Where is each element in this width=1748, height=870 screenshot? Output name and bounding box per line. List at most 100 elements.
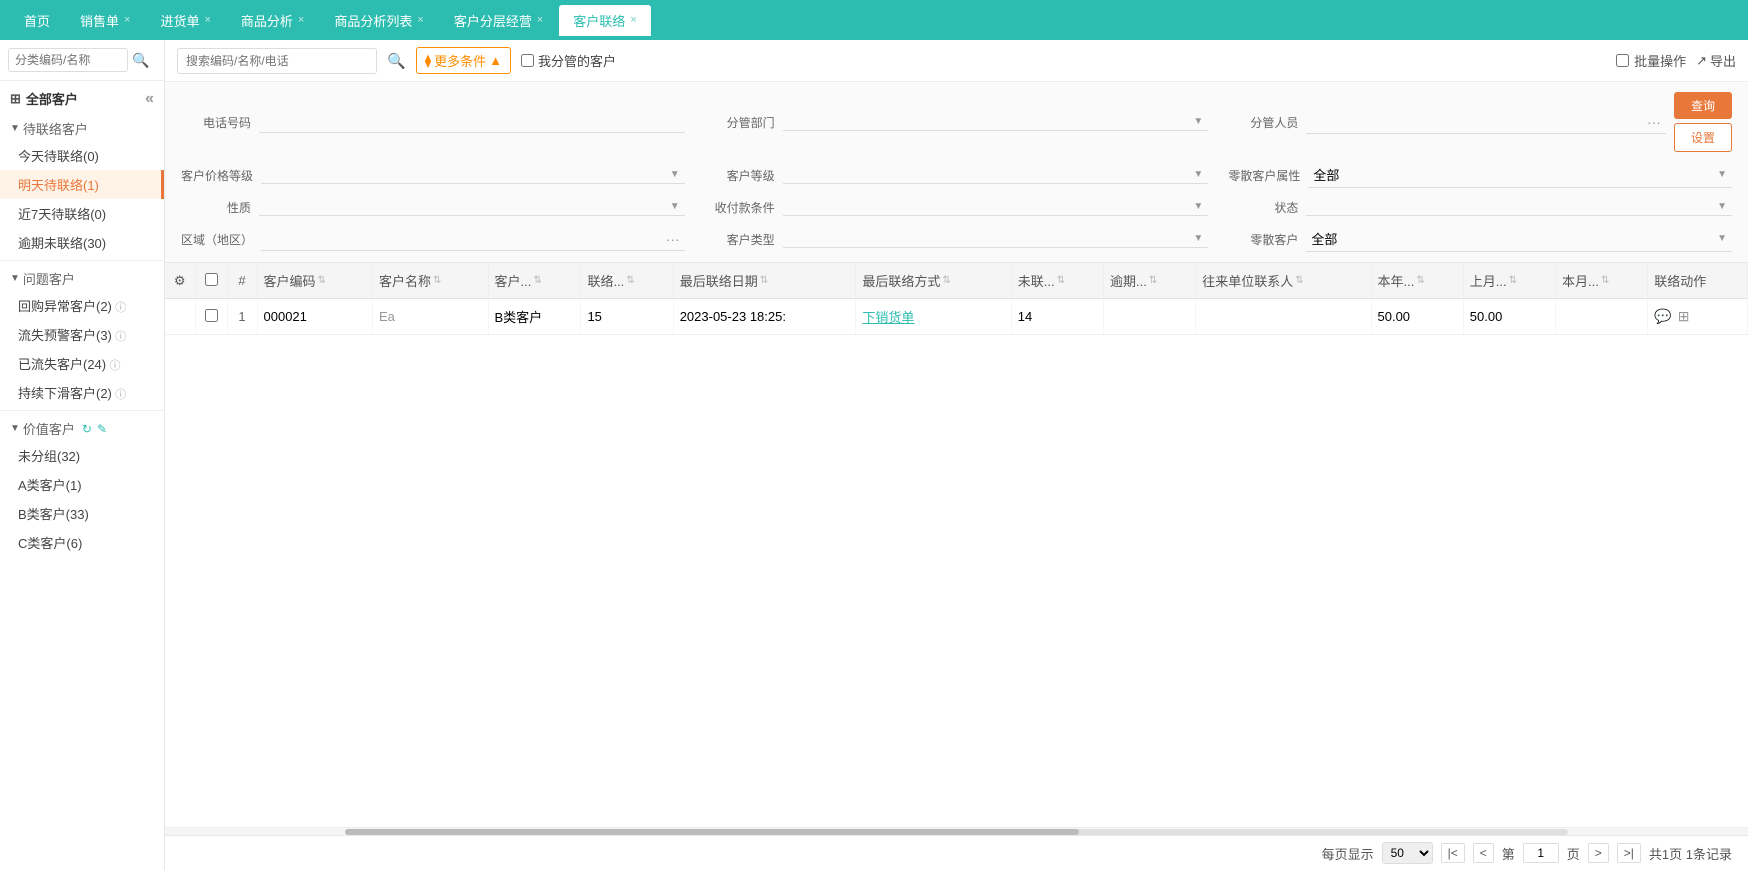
sidebar-item-declining[interactable]: 持续下滑客户(2) ⓘ [0, 378, 164, 407]
first-page-btn[interactable]: |< [1441, 843, 1465, 863]
chevron-up-icon: ▲ [489, 53, 502, 68]
my-customers-check[interactable] [521, 54, 534, 67]
last-page-btn[interactable]: >| [1617, 843, 1641, 863]
row-this-year: 50.00 [1378, 309, 1411, 324]
th-overdue[interactable]: 逾期... ⇅ [1103, 263, 1195, 299]
region-dots-icon[interactable]: ··· [666, 231, 680, 247]
contact-action-icon[interactable]: 💬 [1654, 308, 1671, 325]
manager-dots-icon[interactable]: ··· [1647, 114, 1661, 130]
group-problem-customers[interactable]: ▼ 问题客户 [0, 264, 164, 291]
group-value-customers[interactable]: ▼ 价值客户 ↻ ✎ [0, 414, 164, 441]
th-last-method[interactable]: 最后联络方式 ⇅ [856, 263, 1011, 299]
th-company-contact[interactable]: 往来单位联系人 ⇅ [1196, 263, 1371, 299]
all-customers-header[interactable]: ⊞ 全部客户 « [0, 81, 164, 114]
sidebar-item-7days[interactable]: 近7天待联络(0) [0, 199, 164, 228]
sidebar-item-overdue[interactable]: 逾期未联络(30) [0, 228, 164, 257]
th-this-year[interactable]: 本年... ⇅ [1371, 263, 1463, 299]
horizontal-scrollbar[interactable] [165, 827, 1748, 835]
retail-customer-select[interactable]: 全部 ▼ [1306, 226, 1732, 252]
sidebar-search-icon[interactable]: 🔍 [132, 52, 149, 69]
per-page-select[interactable]: 50 100 200 [1382, 842, 1433, 864]
nav-customer-segment-close[interactable]: × [537, 14, 543, 26]
sort-icon-last-method: ⇅ [942, 275, 950, 286]
more-conditions-btn[interactable]: ⧫ 更多条件 ▲ [416, 47, 511, 74]
th-last-month[interactable]: 上月... ⇅ [1463, 263, 1555, 299]
search-input[interactable] [177, 48, 377, 74]
nav-customer-contact-close[interactable]: × [630, 14, 636, 26]
scrollbar-track[interactable] [345, 829, 1568, 835]
nav-product-analysis-close[interactable]: × [298, 14, 304, 26]
row-no-contact: 14 [1018, 309, 1032, 324]
collapse-icon[interactable]: « [145, 90, 154, 108]
th-no-contact[interactable]: 未联... ⇅ [1011, 263, 1103, 299]
nav-customer-segment[interactable]: 客户分层经营 × [440, 5, 557, 36]
sidebar: 🔍 ⊞ 全部客户 « ▼ 待联络客户 今天待联络(0) 明天待联络(1) 近7天… [0, 40, 165, 870]
set-btn[interactable]: 设置 [1674, 123, 1732, 152]
customer-level-select[interactable]: ▼ [783, 166, 1209, 184]
refresh-icon[interactable]: ↻ [82, 422, 92, 436]
sidebar-item-churned[interactable]: 已流失客户(24) ⓘ [0, 349, 164, 378]
th-settings[interactable]: ⚙ [165, 263, 195, 299]
filter-search-icon[interactable]: 🔍 [387, 52, 406, 70]
phone-input[interactable] [259, 112, 685, 133]
manager-select[interactable]: ··· [1306, 111, 1666, 134]
edit-icon[interactable]: ✎ [97, 422, 107, 436]
price-level-select[interactable]: ▼ [261, 166, 685, 184]
nav-customer-contact[interactable]: 客户联络 × [559, 5, 650, 36]
scrollbar-thumb[interactable] [345, 829, 1079, 835]
nav-home[interactable]: 首页 [10, 5, 64, 36]
more-action-icon[interactable]: ⊞ [1678, 308, 1690, 325]
batch-op-btn[interactable]: 批量操作 [1616, 51, 1686, 70]
customer-type-select[interactable]: ▼ [783, 230, 1209, 248]
retail-attr-select[interactable]: 全部 ▼ [1308, 162, 1732, 188]
nav-purchase[interactable]: 进货单 × [146, 5, 224, 36]
sidebar-item-b-type[interactable]: B类客户(33) [0, 499, 164, 528]
nav-sales-close[interactable]: × [124, 14, 130, 26]
nav-sales[interactable]: 销售单 × [66, 5, 144, 36]
phone-label: 电话号码 [181, 114, 251, 131]
sidebar-item-c-type[interactable]: C类客户(6) [0, 528, 164, 557]
th-last-date[interactable]: 最后联络日期 ⇅ [673, 263, 856, 299]
sidebar-search-input[interactable] [8, 48, 128, 72]
my-customers-checkbox[interactable]: 我分管的客户 [521, 51, 616, 70]
retail-customer-chevron-icon: ▼ [1717, 233, 1727, 244]
next-page-btn[interactable]: > [1588, 843, 1609, 863]
nav-purchase-close[interactable]: × [204, 14, 210, 26]
batch-check[interactable] [1616, 54, 1629, 67]
nav-purchase-label: 进货单 [160, 11, 199, 30]
sidebar-item-ungrouped[interactable]: 未分组(32) [0, 441, 164, 470]
nature-select[interactable]: ▼ [259, 198, 685, 216]
sort-icon-company: ⇅ [1295, 275, 1303, 286]
sidebar-item-a-type[interactable]: A类客户(1) [0, 470, 164, 499]
th-contact[interactable]: 联络... ⇅ [581, 263, 673, 299]
row-last-method[interactable]: 下销货单 [862, 310, 914, 325]
th-name[interactable]: 客户名称 ⇅ [373, 263, 489, 299]
th-this-month[interactable]: 本月... ⇅ [1556, 263, 1648, 299]
payment-select[interactable]: ▼ [783, 198, 1209, 216]
status-select[interactable]: ▼ [1306, 198, 1732, 216]
th-code[interactable]: 客户编码 ⇅ [257, 263, 373, 299]
filter-row-price-level: 客户价格等级 ▼ [181, 162, 685, 188]
sidebar-item-churn-warning[interactable]: 流失预警客户(3) ⓘ [0, 320, 164, 349]
dept-select[interactable]: ▼ [783, 113, 1209, 131]
sidebar-item-today[interactable]: 今天待联络(0) [0, 141, 164, 170]
td-checkbox[interactable] [195, 299, 227, 335]
retail-attr-chevron-icon: ▼ [1717, 169, 1727, 180]
nav-product-analysis-list[interactable]: 商品分析列表 × [320, 5, 437, 36]
select-all-checkbox[interactable] [205, 273, 218, 286]
settings-icon[interactable]: ⚙ [174, 273, 186, 288]
page-input[interactable] [1523, 843, 1559, 863]
region-select[interactable]: ··· [261, 228, 685, 251]
nav-product-analysis-list-close[interactable]: × [417, 14, 423, 26]
row-checkbox[interactable] [205, 309, 218, 322]
th-checkbox[interactable] [195, 263, 227, 299]
group-pending-contact[interactable]: ▼ 待联络客户 [0, 114, 164, 141]
sidebar-item-tomorrow[interactable]: 明天待联络(1) [0, 170, 164, 199]
th-type[interactable]: 客户... ⇅ [488, 263, 581, 299]
prev-page-btn[interactable]: < [1473, 843, 1494, 863]
th-num: # [227, 263, 257, 299]
nav-product-analysis[interactable]: 商品分析 × [227, 5, 318, 36]
query-btn[interactable]: 查询 [1674, 92, 1732, 119]
export-btn[interactable]: ↗ 导出 [1696, 51, 1736, 70]
sidebar-item-repurchase-anomaly[interactable]: 回购异常客户(2) ⓘ [0, 291, 164, 320]
